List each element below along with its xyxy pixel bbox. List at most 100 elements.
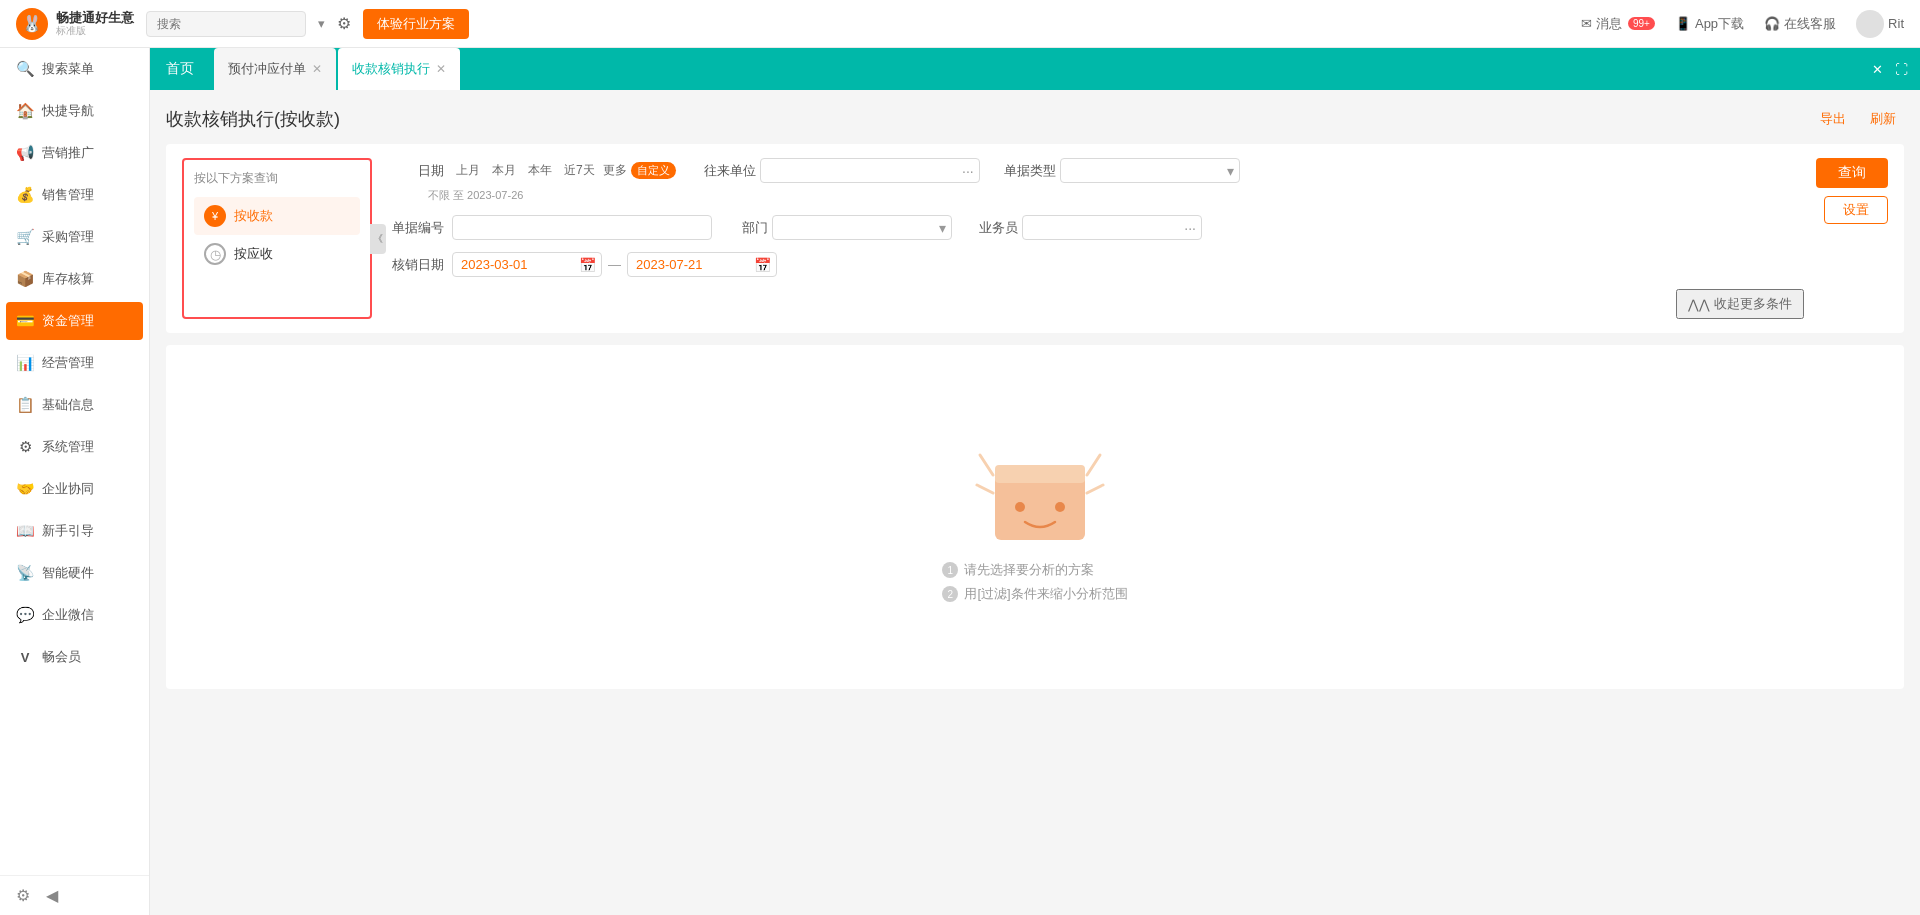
sidebar-item-basic-info[interactable]: 📋 基础信息	[0, 384, 149, 426]
query-receivable-label: 按应收	[234, 245, 273, 263]
empty-state: 1 请先选择要分析的方案 2 用[过滤]条件来缩小分析范围	[166, 345, 1904, 689]
export-button[interactable]: 导出	[1812, 106, 1854, 132]
sidebar-item-quick-nav[interactable]: 🏠 快捷导航	[0, 90, 149, 132]
app-download-action[interactable]: 📱 App下载	[1675, 15, 1744, 33]
partner-filter-group: 往来单位 ···	[696, 158, 980, 183]
verify-date-start-input[interactable]	[452, 252, 602, 277]
doctype-select[interactable]	[1060, 158, 1240, 183]
industry-button[interactable]: 体验行业方案	[363, 9, 469, 39]
empty-illustration	[975, 425, 1095, 545]
sidebar-item-guide[interactable]: 📖 新手引导	[0, 510, 149, 552]
date-this-year[interactable]: 本年	[524, 160, 556, 181]
sidebar: 🔍 搜索菜单 🏠 快捷导航 📢 营销推广 💰 销售管理 🛒 采购管理 📦 库存核…	[0, 48, 150, 915]
docno-input[interactable]	[452, 215, 712, 240]
tab-expand-icon[interactable]: ⛶	[1895, 62, 1908, 77]
query-option-by-receipt[interactable]: ¥ 按收款	[194, 197, 360, 235]
date-last-month[interactable]: 上月	[452, 160, 484, 181]
sidebar-item-system[interactable]: ⚙ 系统管理	[0, 426, 149, 468]
header-settings-icon[interactable]: ⚙	[337, 14, 351, 33]
sidebar-item-label: 搜索菜单	[42, 60, 94, 78]
more-conditions-btn[interactable]: ⋀⋀ 收起更多条件	[1676, 289, 1804, 319]
basic-info-icon: 📋	[16, 396, 34, 414]
query-option-by-receivable[interactable]: ◷ 按应收	[194, 235, 360, 273]
purchase-icon: 🛒	[16, 228, 34, 246]
date-more[interactable]: 更多	[603, 162, 627, 179]
tab-home[interactable]: 首页	[150, 48, 210, 90]
guide-icon: 📖	[16, 522, 34, 540]
tab-home-label: 首页	[166, 60, 194, 78]
staff-input[interactable]	[1022, 215, 1202, 240]
inventory-icon: 📦	[16, 270, 34, 288]
sidebar-item-search-menu[interactable]: 🔍 搜索菜单	[0, 48, 149, 90]
sidebar-item-label: 畅会员	[42, 648, 81, 666]
svg-line-7	[1087, 485, 1103, 493]
user-info[interactable]: Rit	[1856, 10, 1904, 38]
settings-button[interactable]: 设置	[1824, 196, 1888, 224]
panel-collapse-btn[interactable]: 《	[370, 224, 386, 254]
tab-close-window-icon[interactable]: ✕	[1872, 62, 1883, 77]
sidebar-collapse-icon[interactable]: ◀	[46, 886, 58, 905]
sidebar-item-cooperation[interactable]: 🤝 企业协同	[0, 468, 149, 510]
sidebar-item-label: 库存核算	[42, 270, 94, 288]
sidebar-item-finance[interactable]: 💳 资金管理	[6, 302, 143, 340]
finance-icon: 💳	[16, 312, 34, 330]
sidebar-item-operations[interactable]: 📊 经营管理	[0, 342, 149, 384]
sidebar-item-purchase[interactable]: 🛒 采购管理	[0, 216, 149, 258]
query-panel-title: 按以下方案查询	[194, 170, 360, 187]
header-search-input[interactable]	[146, 11, 306, 37]
header-dropdown-icon[interactable]: ▾	[318, 16, 325, 31]
sidebar-bottom: ⚙ ◀	[0, 875, 149, 915]
sidebar-item-label: 新手引导	[42, 522, 94, 540]
date-separator: —	[608, 257, 621, 272]
sidebar-item-label: 营销推广	[42, 144, 94, 162]
date-7days[interactable]: 近7天	[560, 160, 599, 181]
cooperation-icon: 🤝	[16, 480, 34, 498]
verify-date-end-input[interactable]	[627, 252, 777, 277]
filter-card: 按以下方案查询 ¥ 按收款 ◷ 按应收 《	[166, 144, 1904, 333]
sidebar-item-label: 资金管理	[42, 312, 94, 330]
empty-hint-1: 1 请先选择要分析的方案	[942, 561, 1127, 579]
page-content: 收款核销执行(按收款) 导出 刷新 按以下方案查询 ¥ 按收款 ◷	[150, 90, 1920, 915]
sidebar-item-marketing[interactable]: 📢 营销推广	[0, 132, 149, 174]
sidebar-item-label: 基础信息	[42, 396, 94, 414]
tab-receipt-verify[interactable]: 收款核销执行 ✕	[338, 48, 460, 90]
dept-select[interactable]	[772, 215, 952, 240]
sidebar-item-label: 采购管理	[42, 228, 94, 246]
sidebar-item-inventory[interactable]: 📦 库存核算	[0, 258, 149, 300]
verify-date-group: 核销日期 📅 — 📅	[384, 252, 777, 277]
query-receipt-label: 按收款	[234, 207, 273, 225]
svg-line-6	[1087, 455, 1100, 475]
quick-nav-icon: 🏠	[16, 102, 34, 120]
marketing-icon: 📢	[16, 144, 34, 162]
logo-area: 🐰 畅捷通好生意 标准版	[16, 8, 134, 40]
tab-prepay-close[interactable]: ✕	[312, 62, 322, 76]
filter-right: 日期 上月 本月 本年 近7天 更多 自定义	[384, 158, 1888, 319]
tab-prepay[interactable]: 预付冲应付单 ✕	[214, 48, 336, 90]
query-button[interactable]: 查询	[1816, 158, 1888, 188]
message-icon: ✉	[1581, 16, 1592, 31]
sidebar-item-wechat[interactable]: 💬 企业微信	[0, 594, 149, 636]
tab-receipt-verify-close[interactable]: ✕	[436, 62, 446, 76]
tabs-wrapper: 预付冲应付单 ✕ 收款核销执行 ✕	[210, 48, 1860, 90]
svg-point-2	[1015, 502, 1025, 512]
wechat-icon: 💬	[16, 606, 34, 624]
date-custom-badge[interactable]: 自定义	[631, 162, 676, 179]
date-this-month[interactable]: 本月	[488, 160, 520, 181]
hint-text-1: 请先选择要分析的方案	[964, 561, 1094, 579]
partner-label: 往来单位	[696, 162, 756, 180]
refresh-button[interactable]: 刷新	[1862, 106, 1904, 132]
vip-icon: V	[16, 648, 34, 666]
sidebar-settings-icon[interactable]: ⚙	[16, 886, 30, 905]
message-action[interactable]: ✉ 消息 99+	[1581, 15, 1655, 33]
online-service-action[interactable]: 🎧 在线客服	[1764, 15, 1836, 33]
staff-label: 业务员	[968, 219, 1018, 237]
partner-input[interactable]	[760, 158, 980, 183]
sidebar-item-hardware[interactable]: 📡 智能硬件	[0, 552, 149, 594]
sidebar-item-vip[interactable]: V 畅会员	[0, 636, 149, 678]
sidebar-item-label: 经营管理	[42, 354, 94, 372]
sidebar-item-label: 企业协同	[42, 480, 94, 498]
page-actions: 导出 刷新	[1812, 106, 1904, 132]
sidebar-item-sales[interactable]: 💰 销售管理	[0, 174, 149, 216]
sidebar-item-label: 企业微信	[42, 606, 94, 624]
date-hint-row: 不限 至 2023-07-26	[428, 187, 1804, 203]
